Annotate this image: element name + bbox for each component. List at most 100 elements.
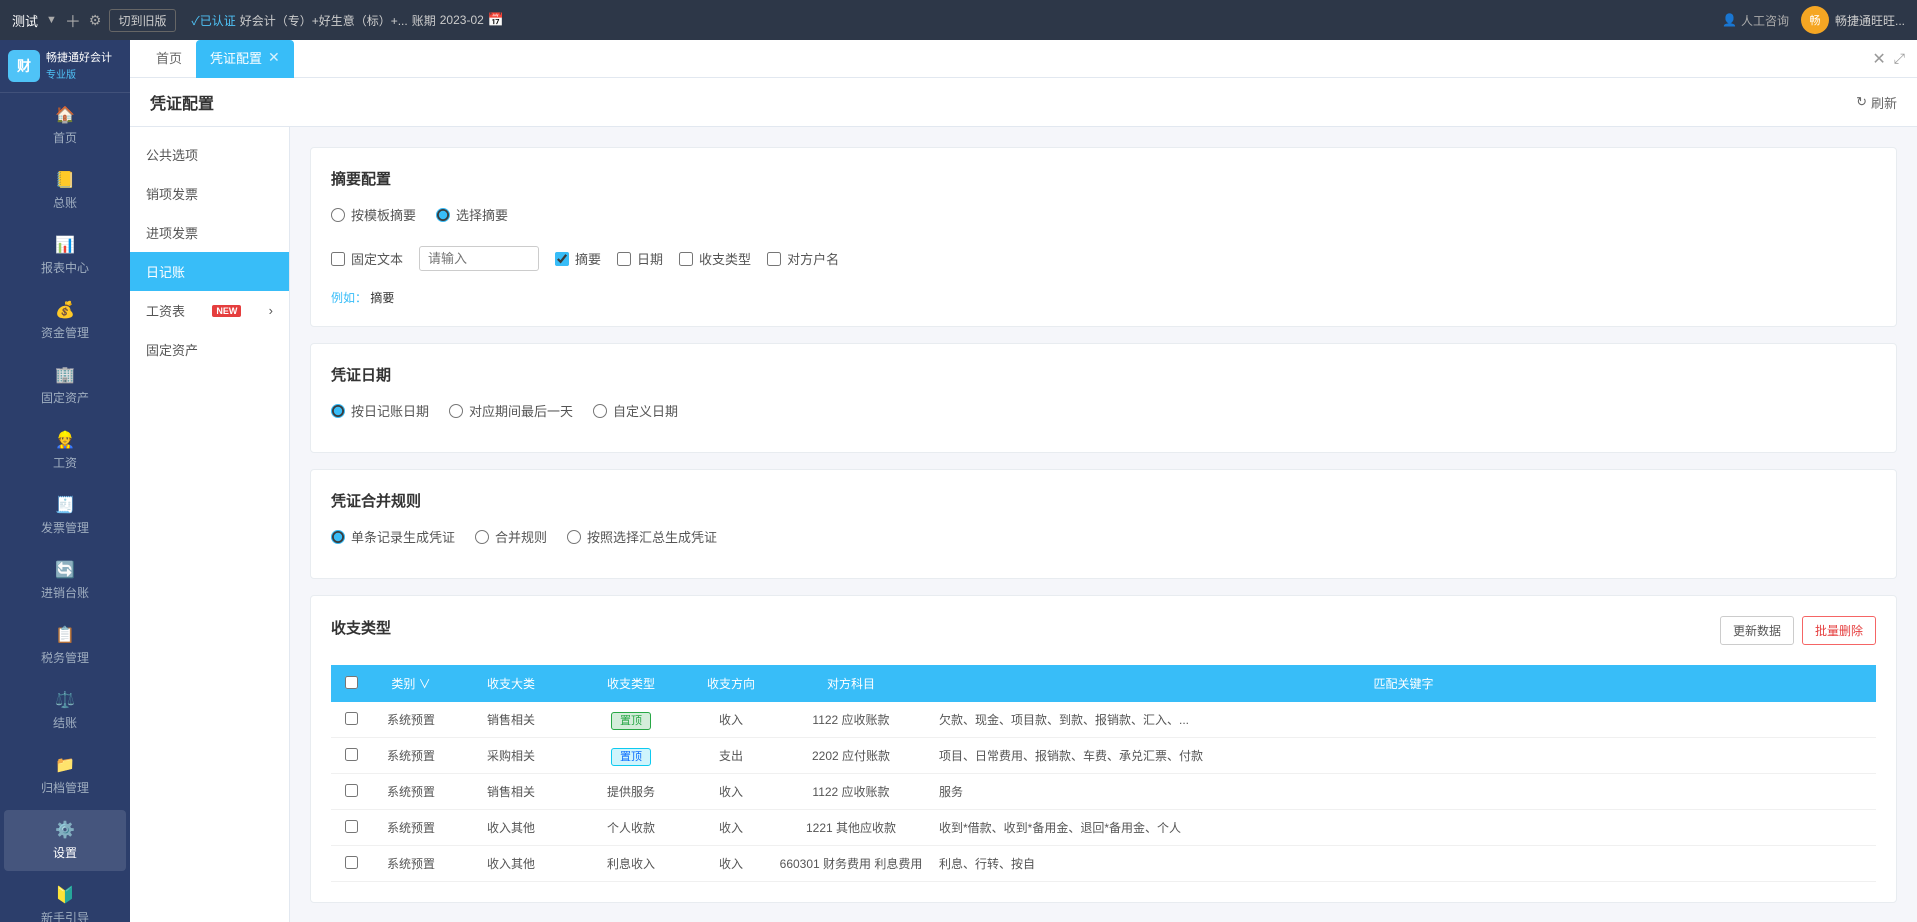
cell-type: 个人收款 — [571, 810, 691, 846]
sidebar-item-settings[interactable]: ⚙️ 设置 — [4, 810, 126, 871]
batch-delete-button[interactable]: 批量删除 — [1802, 616, 1876, 645]
radio-template-summary[interactable]: 按模板摘要 — [331, 205, 416, 224]
sidebar-item-home[interactable]: 🏠 首页 — [4, 95, 126, 156]
logo-text: 畅捷通好会计 专业版 — [46, 51, 112, 80]
checkbox-income-expense-type[interactable]: 收支类型 — [679, 249, 751, 268]
col-keyword-header: 匹配关键字 — [931, 665, 1876, 702]
sidebar-item-assets[interactable]: 🏢 固定资产 — [4, 355, 126, 416]
tab-voucher-config[interactable]: 凭证配置 ✕ — [196, 40, 294, 78]
voucher-date-radio-group: 按日记账日期 对应期间最后一天 自定义日期 — [331, 401, 1876, 420]
switch-version-button[interactable]: 切到旧版 — [109, 9, 175, 32]
example-text: 例如： 摘要 — [331, 289, 1876, 306]
table-actions: 更新数据 批量删除 — [1720, 616, 1876, 645]
row-checkbox-3[interactable] — [345, 820, 358, 833]
checkbox-date[interactable]: 日期 — [617, 249, 663, 268]
calendar-icon[interactable]: 📅 — [488, 12, 504, 28]
period-value: 2023-02 — [440, 13, 484, 27]
sidebar-item-archive[interactable]: 📁 归档管理 — [4, 745, 126, 806]
sidebar-item-funds[interactable]: 💰 资金管理 — [4, 290, 126, 351]
topbar-add-icon[interactable]: ＋ — [65, 8, 81, 32]
tab-home[interactable]: 首页 — [142, 40, 196, 78]
sidebar-item-tax[interactable]: 📋 税务管理 — [4, 615, 126, 676]
left-nav-item-public[interactable]: 公共选项 — [130, 135, 289, 174]
topbar-gear-icon[interactable]: ⚙ — [89, 12, 102, 29]
sidebar-item-salary[interactable]: 👷 工资 — [4, 420, 126, 481]
topbar-dropdown-icon[interactable]: ▼ — [46, 14, 57, 26]
avatar: 畅 — [1801, 6, 1829, 34]
cell-direction: 支出 — [691, 738, 771, 774]
cell-category: 系统预置 — [371, 810, 451, 846]
left-nav-item-fixed-assets[interactable]: 固定资产 — [130, 330, 289, 369]
summary-config-title: 摘要配置 — [331, 168, 1876, 189]
main-layout: 财 畅捷通好会计 专业版 🏠 首页 📒 总账 📊 报表中心 💰 资金管理 🏢 固… — [0, 40, 1917, 922]
refresh-icon: ↻ — [1856, 94, 1867, 110]
table-row: 系统预置采购相关置顶支出2202 应付账款项目、日常费用、报销款、车费、承兑汇票… — [331, 738, 1876, 774]
cell-type: 提供服务 — [571, 774, 691, 810]
cell-big-type: 收入其他 — [451, 846, 571, 882]
left-nav: 公共选项 销项发票 进项发票 日记账 工资表 NEW › 固定资产 — [130, 127, 290, 922]
row-checkbox-4[interactable] — [345, 856, 358, 869]
sidebar-item-reports[interactable]: 📊 报表中心 — [4, 225, 126, 286]
table-row: 系统预置销售相关置顶收入1122 应收账款欠款、现金、项目款、到款、报销款、汇入… — [331, 702, 1876, 738]
table-row: 系统预置收入其他个人收款收入1221 其他应收款收到*借款、收到*备用金、退回*… — [331, 810, 1876, 846]
sidebar-item-invoice[interactable]: 🧾 发票管理 — [4, 485, 126, 546]
help-icon: 👤 — [1722, 13, 1737, 27]
radio-merge-rule[interactable]: 合并规则 — [475, 527, 547, 546]
sidebar-label-funds: 资金管理 — [41, 324, 89, 341]
merge-rules-radio-group: 单条记录生成凭证 合并规则 按照选择汇总生成凭证 — [331, 527, 1876, 546]
fixed-text-input[interactable] — [419, 246, 539, 271]
radio-custom-date[interactable]: 自定义日期 — [593, 401, 678, 420]
user-menu[interactable]: 畅 畅捷通旺旺... — [1801, 6, 1905, 34]
pin-tag[interactable]: 置顶 — [611, 748, 651, 766]
left-nav-item-sales-invoice[interactable]: 销项发票 — [130, 174, 289, 213]
row-checkbox-2[interactable] — [345, 784, 358, 797]
cell-category: 系统预置 — [371, 702, 451, 738]
sidebar-item-purchase-sales[interactable]: 🔄 进销台账 — [4, 550, 126, 611]
col-category-header: 类别 ∨ — [371, 665, 451, 702]
row-checkbox-0[interactable] — [345, 712, 358, 725]
col-checkbox-header — [331, 665, 371, 702]
sidebar-item-guide[interactable]: 🔰 新手引导 — [4, 875, 126, 922]
select-all-checkbox[interactable] — [345, 676, 358, 689]
row-checkbox-1[interactable] — [345, 748, 358, 761]
settings-icon: ⚙️ — [55, 820, 75, 840]
left-nav-item-salary-table[interactable]: 工资表 NEW › — [130, 291, 289, 330]
tab-close-icon[interactable]: ✕ — [268, 49, 280, 66]
col-direction-header: 收支方向 — [691, 665, 771, 702]
left-nav-item-purchase-invoice[interactable]: 进项发票 — [130, 213, 289, 252]
sidebar-item-settlement[interactable]: ⚖️ 结账 — [4, 680, 126, 741]
salary-icon: 👷 — [55, 430, 75, 450]
topbar: 测试 ▼ ＋ ⚙ 切到旧版 ✓已认证 好会计（专）+好生意（标）+... 账期 … — [0, 0, 1917, 40]
radio-last-day[interactable]: 对应期间最后一天 — [449, 401, 573, 420]
window-expand-button[interactable]: ⤢ — [1894, 49, 1905, 69]
checkbox-counterpart-name[interactable]: 对方户名 — [767, 249, 839, 268]
left-nav-item-journal[interactable]: 日记账 — [130, 252, 289, 291]
home-icon: 🏠 — [55, 105, 75, 125]
radio-summary-generate[interactable]: 按照选择汇总生成凭证 — [567, 527, 717, 546]
sidebar-label-settlement: 结账 — [53, 714, 77, 731]
refresh-button[interactable]: ↻ 刷新 — [1856, 93, 1897, 112]
income-expense-section: 收支类型 更新数据 批量删除 类别 ∨ — [310, 595, 1897, 903]
checkbox-summary[interactable]: 摘要 — [555, 249, 601, 268]
help-button[interactable]: 👤 人工咨询 — [1722, 12, 1789, 29]
cell-account: 1122 应收账款 — [771, 702, 931, 738]
radio-select-summary[interactable]: 选择摘要 — [436, 205, 508, 224]
checkbox-fixed-text[interactable]: 固定文本 — [331, 249, 403, 268]
logo-icon: 财 — [8, 50, 40, 82]
merge-rules-title: 凭证合并规则 — [331, 490, 1876, 511]
sidebar-item-ledger[interactable]: 📒 总账 — [4, 160, 126, 221]
topbar-right: 👤 人工咨询 畅 畅捷通旺旺... — [1722, 6, 1905, 34]
cell-account: 2202 应付账款 — [771, 738, 931, 774]
page-body: 公共选项 销项发票 进项发票 日记账 工资表 NEW › 固定资产 — [130, 127, 1917, 922]
update-data-button[interactable]: 更新数据 — [1720, 616, 1794, 645]
window-close-button[interactable]: ✕ — [1872, 49, 1885, 69]
radio-journal-date[interactable]: 按日记账日期 — [331, 401, 429, 420]
sidebar-label-archive: 归档管理 — [41, 779, 89, 796]
cell-big-type: 销售相关 — [451, 774, 571, 810]
voucher-date-section: 凭证日期 按日记账日期 对应期间最后一天 自定义日期 — [310, 343, 1897, 453]
pin-tag[interactable]: 置顶 — [611, 712, 651, 730]
sidebar-label-tax: 税务管理 — [41, 649, 89, 666]
radio-single-record[interactable]: 单条记录生成凭证 — [331, 527, 455, 546]
cell-big-type: 收入其他 — [451, 810, 571, 846]
cell-type: 置顶 — [571, 738, 691, 774]
